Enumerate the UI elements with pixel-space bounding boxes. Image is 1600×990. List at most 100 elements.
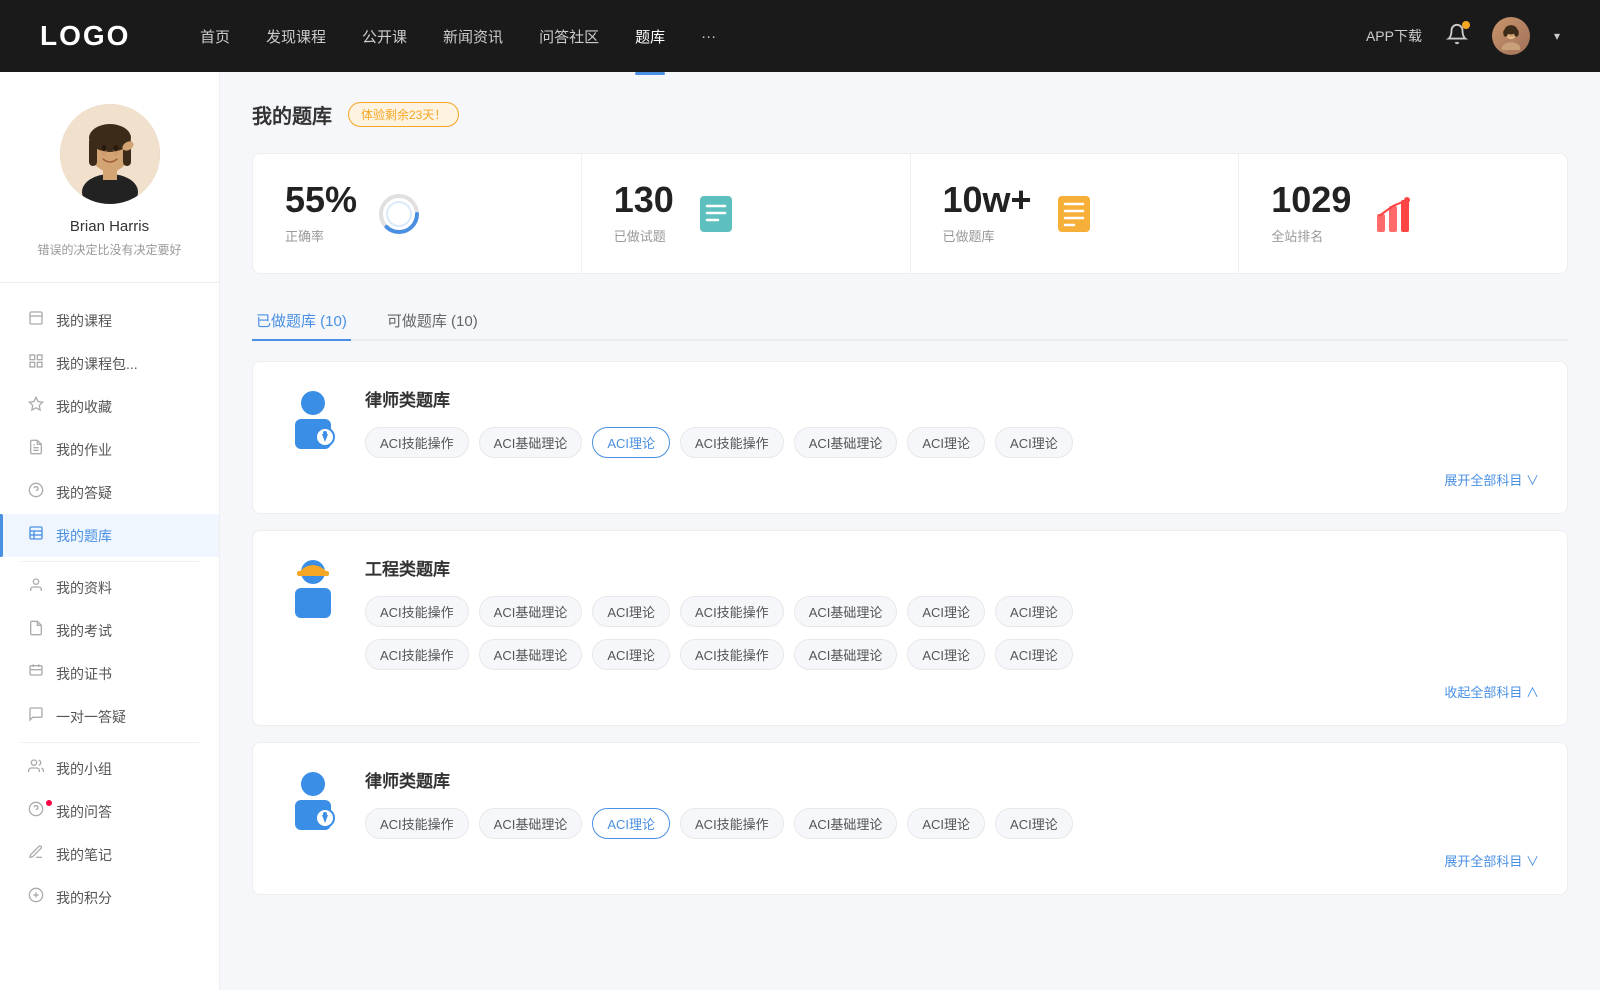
header: LOGO 首页 发现课程 公开课 新闻资讯 问答社区 题库 ··· APP下载 bbox=[0, 0, 1600, 72]
sidebar-item-notes[interactable]: 我的笔记 bbox=[0, 833, 219, 876]
tag-1-r2-6[interactable]: ACI理论 bbox=[995, 639, 1073, 670]
sidebar-item-points[interactable]: 我的积分 bbox=[0, 876, 219, 919]
tag-1-3[interactable]: ACI技能操作 bbox=[680, 596, 784, 627]
profile-motto: 错误的决定比没有决定要好 bbox=[37, 241, 181, 258]
stat-done-banks-icon bbox=[1052, 192, 1096, 236]
sidebar-item-homework[interactable]: 我的作业 bbox=[0, 428, 219, 471]
tag-1-5[interactable]: ACI理论 bbox=[907, 596, 985, 627]
sidebar-label-qa: 我的答疑 bbox=[56, 483, 112, 503]
sidebar-label-tutoring: 一对一答疑 bbox=[56, 707, 126, 727]
tag-1-1[interactable]: ACI基础理论 bbox=[479, 596, 583, 627]
sidebar-label-profile: 我的资料 bbox=[56, 578, 112, 598]
sidebar-item-profile[interactable]: 我的资料 bbox=[0, 566, 219, 609]
stat-ranking-label: 全站排名 bbox=[1271, 226, 1351, 245]
sidebar-label-notes: 我的笔记 bbox=[56, 845, 112, 865]
expand-link-0[interactable]: 展开全部科目 ∨ bbox=[365, 470, 1539, 489]
main-content: 我的题库 体验剩余23天！ 55% 正确率 bbox=[220, 72, 1600, 990]
sidebar-item-group[interactable]: 我的小组 bbox=[0, 747, 219, 790]
tag-2-2[interactable]: ACI理论 bbox=[592, 808, 670, 839]
qbank-icon-lawyer-2 bbox=[281, 767, 345, 839]
tag-1-r2-0[interactable]: ACI技能操作 bbox=[365, 639, 469, 670]
stat-ranking-value: 1029 bbox=[1271, 182, 1351, 218]
expand-link-2[interactable]: 展开全部科目 ∨ bbox=[365, 851, 1539, 870]
nav-openclass[interactable]: 公开课 bbox=[362, 22, 407, 51]
nav-home[interactable]: 首页 bbox=[200, 22, 230, 51]
sidebar-item-myqa[interactable]: 我的问答 bbox=[0, 790, 219, 833]
tag-1-r2-5[interactable]: ACI理论 bbox=[907, 639, 985, 670]
user-avatar[interactable] bbox=[1492, 17, 1530, 55]
sidebar-label-favorites: 我的收藏 bbox=[56, 397, 112, 417]
stat-accuracy: 55% 正确率 bbox=[253, 154, 582, 273]
tag-2-0[interactable]: ACI技能操作 bbox=[365, 808, 469, 839]
nav-discover[interactable]: 发现课程 bbox=[266, 22, 326, 51]
qbank-title-1: 工程类题库 bbox=[365, 555, 1539, 580]
tag-0-2[interactable]: ACI理论 bbox=[592, 427, 670, 458]
tag-0-4[interactable]: ACI基础理论 bbox=[794, 427, 898, 458]
notification-bell[interactable] bbox=[1446, 23, 1468, 50]
app-download-link[interactable]: APP下载 bbox=[1366, 26, 1422, 46]
myqa-icon bbox=[28, 801, 44, 822]
nav-news[interactable]: 新闻资讯 bbox=[443, 22, 503, 51]
group-icon bbox=[28, 758, 44, 779]
sidebar-item-exam[interactable]: 我的考试 bbox=[0, 609, 219, 652]
user-dropdown-arrow[interactable]: ▾ bbox=[1554, 29, 1560, 43]
qbank-header-1: 工程类题库 ACI技能操作 ACI基础理论 ACI理论 ACI技能操作 ACI基… bbox=[281, 555, 1539, 701]
tab-done-banks[interactable]: 已做题库 (10) bbox=[252, 302, 351, 341]
sidebar-item-certificate[interactable]: 我的证书 bbox=[0, 652, 219, 695]
tag-2-5[interactable]: ACI理论 bbox=[907, 808, 985, 839]
notification-dot bbox=[1462, 21, 1470, 29]
divider-1 bbox=[20, 561, 199, 562]
tag-1-r2-2[interactable]: ACI理论 bbox=[592, 639, 670, 670]
tag-2-4[interactable]: ACI基础理论 bbox=[794, 808, 898, 839]
tag-2-6[interactable]: ACI理论 bbox=[995, 808, 1073, 839]
tag-0-3[interactable]: ACI技能操作 bbox=[680, 427, 784, 458]
trial-badge: 体验剩余23天！ bbox=[348, 102, 459, 127]
nav-more[interactable]: ··· bbox=[701, 24, 716, 49]
tag-2-1[interactable]: ACI基础理论 bbox=[479, 808, 583, 839]
tag-0-5[interactable]: ACI理论 bbox=[907, 427, 985, 458]
tag-1-4[interactable]: ACI基础理论 bbox=[794, 596, 898, 627]
nav-qa[interactable]: 问答社区 bbox=[539, 22, 599, 51]
tag-0-0[interactable]: ACI技能操作 bbox=[365, 427, 469, 458]
divider-2 bbox=[20, 742, 199, 743]
qbank-icon-engineer-1 bbox=[281, 555, 345, 627]
stat-done-questions-value: 130 bbox=[614, 182, 674, 218]
stat-ranking-icon bbox=[1371, 192, 1415, 236]
tag-1-r2-3[interactable]: ACI技能操作 bbox=[680, 639, 784, 670]
collapse-link-1[interactable]: 收起全部科目 ∧ bbox=[365, 682, 1539, 701]
stat-done-questions-icon bbox=[694, 192, 738, 236]
stat-accuracy-icon bbox=[377, 192, 421, 236]
page-layout: Brian Harris 错误的决定比没有决定要好 我的课程 我的课程包... bbox=[0, 72, 1600, 990]
sidebar-item-qbank[interactable]: 我的题库 bbox=[0, 514, 219, 557]
qbank-card-0: 律师类题库 ACI技能操作 ACI基础理论 ACI理论 ACI技能操作 ACI基… bbox=[252, 361, 1568, 514]
tag-0-1[interactable]: ACI基础理论 bbox=[479, 427, 583, 458]
tag-2-3[interactable]: ACI技能操作 bbox=[680, 808, 784, 839]
sidebar-item-courses[interactable]: 我的课程 bbox=[0, 299, 219, 342]
tag-0-6[interactable]: ACI理论 bbox=[995, 427, 1073, 458]
qbank-icon bbox=[28, 525, 44, 546]
exam-icon bbox=[28, 620, 44, 641]
qa-icon bbox=[28, 482, 44, 503]
tag-1-2[interactable]: ACI理论 bbox=[592, 596, 670, 627]
tag-1-r2-4[interactable]: ACI基础理论 bbox=[794, 639, 898, 670]
sidebar-menu: 我的课程 我的课程包... 我的收藏 我的作业 bbox=[0, 283, 219, 935]
tag-1-6[interactable]: ACI理论 bbox=[995, 596, 1073, 627]
sidebar-item-tutoring[interactable]: 一对一答疑 bbox=[0, 695, 219, 738]
sidebar-item-qa[interactable]: 我的答疑 bbox=[0, 471, 219, 514]
qbank-body-0: 律师类题库 ACI技能操作 ACI基础理论 ACI理论 ACI技能操作 ACI基… bbox=[365, 386, 1539, 489]
qbank-title-2: 律师类题库 bbox=[365, 767, 1539, 792]
tag-1-0[interactable]: ACI技能操作 bbox=[365, 596, 469, 627]
sidebar-item-favorites[interactable]: 我的收藏 bbox=[0, 385, 219, 428]
sidebar-item-course-pack[interactable]: 我的课程包... bbox=[0, 342, 219, 385]
qbank-header-2: 律师类题库 ACI技能操作 ACI基础理论 ACI理论 ACI技能操作 ACI基… bbox=[281, 767, 1539, 870]
tab-available-banks[interactable]: 可做题库 (10) bbox=[383, 302, 482, 341]
page-title: 我的题库 bbox=[252, 100, 332, 129]
logo[interactable]: LOGO bbox=[40, 20, 140, 52]
course-pack-icon bbox=[28, 353, 44, 374]
qbank-body-2: 律师类题库 ACI技能操作 ACI基础理论 ACI理论 ACI技能操作 ACI基… bbox=[365, 767, 1539, 870]
qbank-card-1: 工程类题库 ACI技能操作 ACI基础理论 ACI理论 ACI技能操作 ACI基… bbox=[252, 530, 1568, 726]
homework-icon bbox=[28, 439, 44, 460]
tabs-row: 已做题库 (10) 可做题库 (10) bbox=[252, 302, 1568, 341]
nav-qbank[interactable]: 题库 bbox=[635, 22, 665, 51]
tag-1-r2-1[interactable]: ACI基础理论 bbox=[479, 639, 583, 670]
